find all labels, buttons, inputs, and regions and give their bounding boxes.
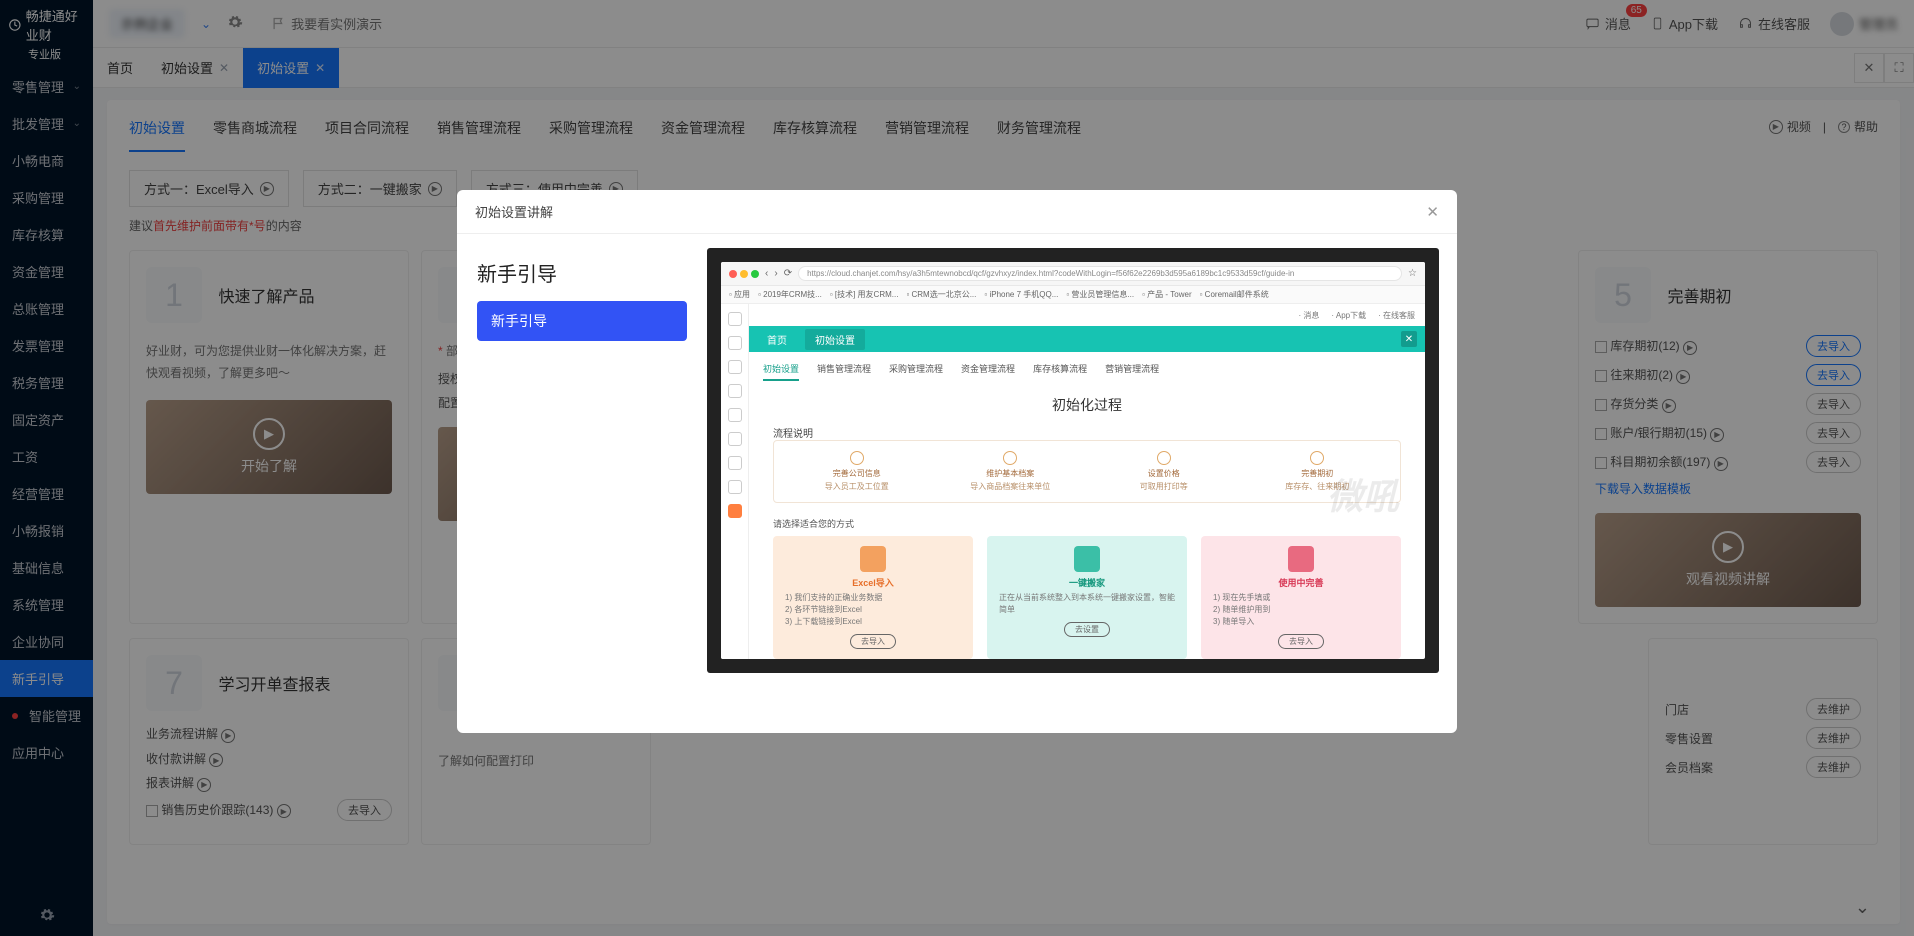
modal-sidebar: 新手引导 新手引导 (457, 234, 707, 733)
reload-icon: ⟳ (784, 268, 792, 279)
modal-video-area: ‹ › ⟳ https://cloud.chanjet.com/hsy/a3h5… (707, 234, 1457, 733)
url-bar: https://cloud.chanjet.com/hsy/a3h5mtewno… (798, 266, 1402, 281)
modal-nav-item[interactable]: 新手引导 (477, 301, 687, 341)
video-frame[interactable]: ‹ › ⟳ https://cloud.chanjet.com/hsy/a3h5… (707, 248, 1439, 673)
forward-icon: › (774, 268, 777, 279)
back-icon: ‹ (765, 268, 768, 279)
bookmarks-bar: ▫ 应用▫ 2019年CRM技...▫ [技术] 用友CRM...▫ CRM选一… (721, 286, 1425, 304)
modal-heading: 新手引导 (477, 258, 687, 287)
modal-title: 初始设置讲解 (475, 202, 553, 221)
modal-close-icon[interactable]: ✕ (1426, 203, 1439, 221)
tutorial-modal: 初始设置讲解 ✕ 新手引导 新手引导 ‹ › ⟳ https://cloud.c… (457, 190, 1457, 733)
mini-close-icon: ✕ (1401, 331, 1417, 347)
modal-overlay: 初始设置讲解 ✕ 新手引导 新手引导 ‹ › ⟳ https://cloud.c… (0, 0, 1914, 936)
browser-ext-icon: ☆ (1408, 268, 1417, 279)
mini-sidebar (721, 304, 749, 659)
